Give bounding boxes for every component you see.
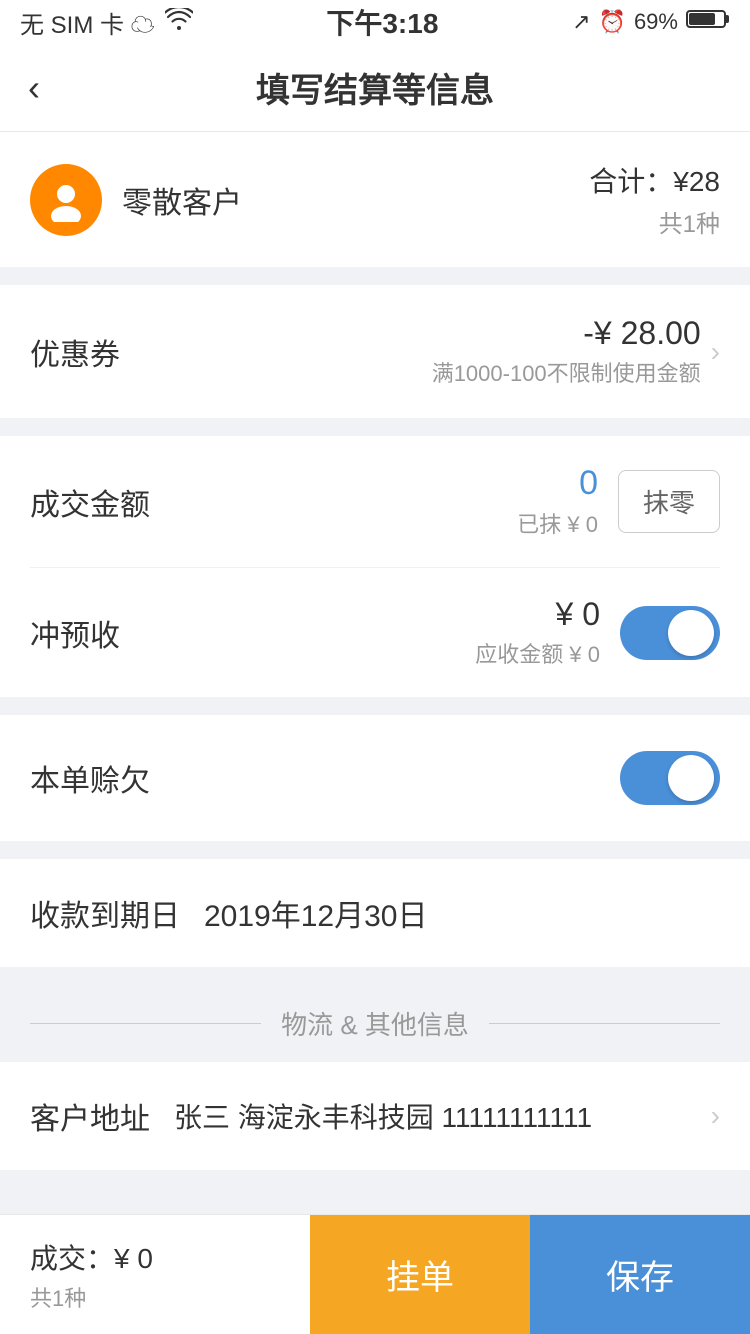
debt-section: 本单赊欠	[0, 715, 750, 841]
deal-amount-sub: 已抹 ¥ 0	[517, 507, 598, 539]
due-date-value: 2019年12月30日	[204, 891, 427, 935]
customer-name: 零散客户	[122, 178, 242, 222]
debt-toggle-knob	[668, 755, 714, 801]
prepay-row: 冲预收 ¥ 0 应收金额 ¥ 0	[0, 568, 750, 697]
page-title: 填写结算等信息	[256, 63, 494, 112]
bottom-deal-amount: ¥ 0	[114, 1243, 153, 1274]
coupon-chevron-icon: ›	[711, 336, 720, 368]
address-section[interactable]: 客户地址 张三 海淀永丰科技园 11111111111 ›	[0, 1062, 750, 1170]
prepay-amount-value: ¥ 0	[475, 596, 600, 633]
battery-icon	[686, 8, 730, 36]
logistics-label: 物流 & 其他信息	[281, 1005, 469, 1042]
status-time: 下午3:18	[326, 2, 438, 42]
location-icon: ↗	[572, 9, 590, 35]
sim-label: 无 SIM 卡 ☁	[20, 5, 155, 40]
alarm-icon: ⏰	[599, 9, 626, 35]
deal-amount-label: 成交金额	[30, 480, 150, 524]
total-amount: 合计：¥28	[589, 160, 720, 200]
save-button[interactable]: 保存	[530, 1215, 750, 1334]
coupon-right: -¥ 28.00 满1000-100不限制使用金额 ›	[432, 315, 720, 388]
nav-bar: ‹ 填写结算等信息	[0, 44, 750, 132]
wifi-icon	[165, 8, 193, 37]
divider-line-right	[489, 1023, 720, 1024]
bottom-deal-text: 成交：	[30, 1243, 114, 1274]
prepay-amount-sub: 应收金额 ¥ 0	[475, 637, 600, 669]
coupon-section[interactable]: 优惠券 -¥ 28.00 满1000-100不限制使用金额 ›	[0, 285, 750, 418]
due-date-section: 收款到期日 2019年12月30日	[0, 859, 750, 967]
customer-section: 零散客户 合计：¥28 共1种	[0, 132, 750, 267]
total-count: 共1种	[589, 204, 720, 239]
address-value: 张三 海淀永丰科技园 11111111111	[174, 1096, 711, 1136]
debt-toggle[interactable]	[620, 751, 720, 805]
hold-button[interactable]: 挂单	[310, 1215, 530, 1334]
coupon-label: 优惠券	[30, 330, 120, 374]
prepay-label: 冲预收	[30, 611, 120, 655]
status-bar: 无 SIM 卡 ☁ 下午3:18 ↗ ⏰ 69%	[0, 0, 750, 44]
due-date-label: 收款到期日	[30, 891, 180, 935]
due-date-row: 收款到期日 2019年12月30日	[0, 859, 750, 967]
logistics-divider: 物流 & 其他信息	[0, 985, 750, 1062]
content: 零散客户 合计：¥28 共1种 优惠券 -¥ 28.00 满1000-100不限…	[0, 132, 750, 1318]
prepay-toggle[interactable]	[620, 606, 720, 660]
address-row: 客户地址 张三 海淀永丰科技园 11111111111 ›	[0, 1062, 750, 1170]
customer-right: 合计：¥28 共1种	[589, 160, 720, 239]
bottom-count: 共1种	[30, 1281, 280, 1313]
avatar	[30, 164, 102, 236]
back-button[interactable]: ‹	[28, 67, 40, 109]
deal-section: 成交金额 0 已抹 ¥ 0 抹零 冲预收 ¥ 0 应收金额 ¥ 0	[0, 436, 750, 697]
battery-label: 69%	[634, 9, 678, 35]
status-right: ↗ ⏰ 69%	[572, 8, 730, 36]
round-zero-button[interactable]: 抹零	[618, 470, 720, 533]
prepay-toggle-knob	[668, 610, 714, 656]
bottom-deal-label: 成交：¥ 0	[30, 1237, 280, 1277]
deal-amount-row: 成交金额 0 已抹 ¥ 0 抹零	[0, 436, 750, 567]
address-label: 客户地址	[30, 1094, 150, 1138]
deal-amount-value: 0	[517, 464, 598, 503]
status-left: 无 SIM 卡 ☁	[20, 5, 193, 40]
divider-line-left	[30, 1023, 261, 1024]
debt-label: 本单赊欠	[30, 756, 150, 800]
customer-left: 零散客户	[30, 164, 242, 236]
bottom-bar: 成交：¥ 0 共1种 挂单 保存	[0, 1214, 750, 1334]
address-chevron-icon: ›	[711, 1100, 720, 1132]
coupon-desc: 满1000-100不限制使用金额	[432, 356, 701, 388]
bottom-info: 成交：¥ 0 共1种	[0, 1237, 310, 1313]
debt-row: 本单赊欠	[0, 715, 750, 841]
coupon-discount: -¥ 28.00	[432, 315, 701, 352]
